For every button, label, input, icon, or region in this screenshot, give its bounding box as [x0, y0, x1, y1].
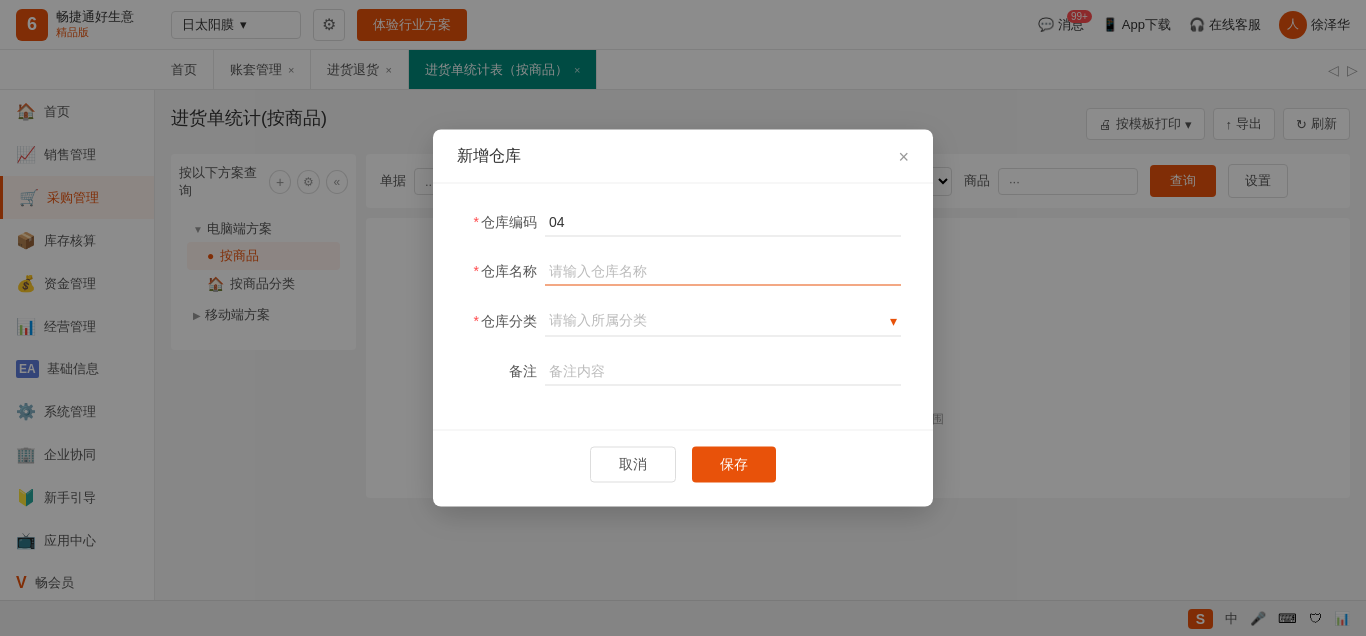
name-label: 仓库名称 [465, 262, 545, 280]
code-input[interactable] [545, 208, 901, 237]
category-label: 仓库分类 [465, 312, 545, 330]
name-input[interactable] [545, 257, 901, 286]
note-label: 备注 [465, 362, 545, 380]
category-select[interactable]: 请输入所属分类 ▾ [545, 306, 901, 337]
form-row-category: 仓库分类 请输入所属分类 ▾ [465, 306, 901, 337]
form-row-code: 仓库编码 [465, 208, 901, 237]
modal-close-button[interactable]: × [898, 147, 909, 165]
cancel-button[interactable]: 取消 [590, 447, 676, 483]
category-chevron-icon: ▾ [890, 313, 897, 329]
modal-title: 新增仓库 [457, 146, 521, 167]
modal-footer: 取消 保存 [433, 430, 933, 507]
modal-body: 仓库编码 仓库名称 仓库分类 请输入所属分类 ▾ 备注 [433, 184, 933, 430]
note-input[interactable] [545, 357, 901, 386]
code-label: 仓库编码 [465, 213, 545, 231]
form-row-name: 仓库名称 [465, 257, 901, 286]
add-warehouse-modal: 新增仓库 × 仓库编码 仓库名称 仓库分类 请输入所属分类 ▾ 备注 取消 保存 [433, 130, 933, 507]
form-row-note: 备注 [465, 357, 901, 386]
modal-header: 新增仓库 × [433, 130, 933, 184]
save-button[interactable]: 保存 [692, 447, 776, 483]
